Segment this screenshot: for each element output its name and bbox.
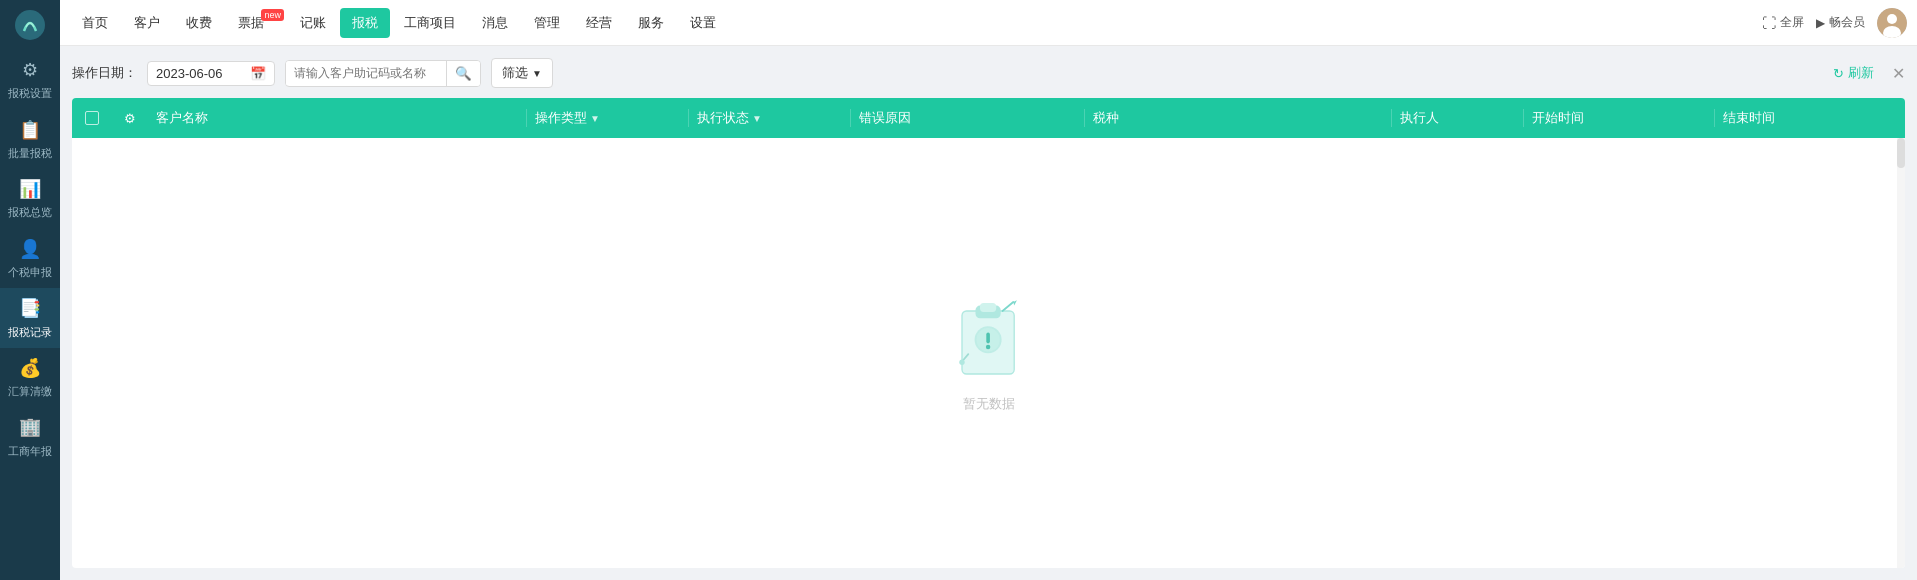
nav-billing[interactable]: 收费	[174, 8, 224, 38]
sidebar: ⚙ 报税设置 📋 批量报税 📊 报税总览 👤 个税申报 📑 报税记录 💰 汇算清…	[0, 0, 60, 580]
th-status[interactable]: 执行状态 ▼	[689, 109, 851, 127]
calendar-icon: 📅	[250, 66, 266, 81]
date-picker[interactable]: 📅	[147, 61, 275, 86]
th-error: 错误原因	[851, 109, 1085, 127]
svg-rect-9	[986, 333, 990, 344]
topnav: 首页 客户 收费 票据 new 记账 报税 工商项目 消息 管理 经营 服务 设…	[60, 0, 1917, 46]
settlement-icon: 💰	[19, 356, 41, 381]
empty-illustration	[944, 293, 1034, 383]
table-header: ⚙ 客户名称 操作类型 ▼ 执行状态 ▼ 错误原因 税种	[72, 98, 1905, 138]
nav-management[interactable]: 管理	[522, 8, 572, 38]
page-area: 操作日期： 📅 🔍 筛选 ▼ ↻ 刷新 ✕	[60, 46, 1917, 580]
empty-text: 暂无数据	[963, 395, 1015, 413]
tax-records-icon: 📑	[19, 296, 41, 321]
date-input[interactable]	[156, 66, 246, 81]
search-icon: 🔍	[455, 66, 472, 81]
close-button[interactable]: ✕	[1892, 64, 1905, 83]
date-label: 操作日期：	[72, 64, 137, 82]
fullscreen-icon: ⛶	[1762, 15, 1776, 31]
select-all-checkbox[interactable]	[85, 111, 99, 125]
filter-button[interactable]: 筛选 ▼	[491, 58, 553, 88]
search-input[interactable]	[286, 61, 446, 85]
th-starttime: 开始时间	[1524, 109, 1715, 127]
scroll-thumb[interactable]	[1897, 138, 1905, 168]
nav-operations[interactable]: 经营	[574, 8, 624, 38]
nav-services[interactable]: 服务	[626, 8, 676, 38]
tax-settings-icon: ⚙	[22, 58, 38, 83]
settings-icon: ⚙	[124, 111, 136, 126]
main-content: 首页 客户 收费 票据 new 记账 报税 工商项目 消息 管理 经营 服务 设…	[60, 0, 1917, 580]
sidebar-item-tax-settings[interactable]: ⚙ 报税设置	[0, 50, 60, 110]
user-avatar[interactable]	[1877, 8, 1907, 38]
empty-state: 暂无数据	[924, 273, 1054, 433]
play-icon: ▶	[1816, 16, 1825, 30]
nav-business[interactable]: 工商项目	[392, 8, 468, 38]
svg-marker-12	[1013, 300, 1017, 305]
personal-tax-icon: 👤	[19, 237, 41, 262]
th-checkbox[interactable]	[72, 111, 112, 125]
tax-overview-icon: 📊	[19, 177, 41, 202]
search-wrap: 🔍	[285, 60, 481, 87]
th-optype[interactable]: 操作类型 ▼	[527, 109, 689, 127]
nav-accounting[interactable]: 记账	[288, 8, 338, 38]
new-badge: new	[261, 9, 284, 22]
nav-tickets[interactable]: 票据 new	[226, 8, 286, 38]
sort-optype-icon: ▼	[590, 113, 600, 124]
svg-line-11	[1002, 302, 1013, 311]
table-body: 暂无数据	[72, 138, 1905, 568]
refresh-btn[interactable]: ↻ 刷新	[1833, 64, 1874, 82]
fullscreen-btn[interactable]: ⛶ 全屏	[1762, 14, 1804, 31]
svg-point-10	[985, 345, 990, 350]
svg-rect-6	[980, 303, 996, 312]
table-container: ⚙ 客户名称 操作类型 ▼ 执行状态 ▼ 错误原因 税种	[72, 98, 1905, 568]
search-button[interactable]: 🔍	[446, 61, 480, 86]
sidebar-item-settlement[interactable]: 💰 汇算清缴	[0, 348, 60, 408]
sidebar-logo[interactable]	[0, 0, 60, 50]
filter-bar: 操作日期： 📅 🔍 筛选 ▼ ↻ 刷新 ✕	[72, 58, 1905, 88]
scroll-indicator[interactable]	[1897, 138, 1905, 568]
topnav-items: 首页 客户 收费 票据 new 记账 报税 工商项目 消息 管理 经营 服务 设…	[70, 8, 1762, 38]
nav-home[interactable]: 首页	[70, 8, 120, 38]
nav-customers[interactable]: 客户	[122, 8, 172, 38]
th-executor: 执行人	[1392, 109, 1525, 127]
sort-status-icon: ▼	[752, 113, 762, 124]
sidebar-item-batch-tax[interactable]: 📋 批量报税	[0, 110, 60, 170]
nav-settings[interactable]: 设置	[678, 8, 728, 38]
th-endtime: 结束时间	[1715, 109, 1905, 127]
batch-tax-icon: 📋	[19, 118, 41, 143]
topnav-right: ⛶ 全屏 ▶ 畅会员	[1762, 8, 1907, 38]
svg-point-0	[15, 10, 45, 40]
nav-tax[interactable]: 报税	[340, 8, 390, 38]
sidebar-item-tax-overview[interactable]: 📊 报税总览	[0, 169, 60, 229]
chevron-down-icon: ▼	[532, 68, 542, 79]
sidebar-item-annual-report[interactable]: 🏢 工商年报	[0, 407, 60, 467]
sidebar-item-tax-records[interactable]: 📑 报税记录	[0, 288, 60, 348]
sidebar-item-personal-tax[interactable]: 👤 个税申报	[0, 229, 60, 289]
th-settings[interactable]: ⚙	[112, 111, 148, 126]
th-tax: 税种	[1085, 109, 1392, 127]
svg-point-2	[1887, 14, 1897, 24]
th-name: 客户名称	[148, 109, 527, 127]
svg-point-14	[959, 360, 964, 365]
member-btn[interactable]: ▶ 畅会员	[1816, 14, 1865, 31]
nav-messages[interactable]: 消息	[470, 8, 520, 38]
annual-report-icon: 🏢	[19, 415, 41, 440]
refresh-icon: ↻	[1833, 66, 1844, 81]
